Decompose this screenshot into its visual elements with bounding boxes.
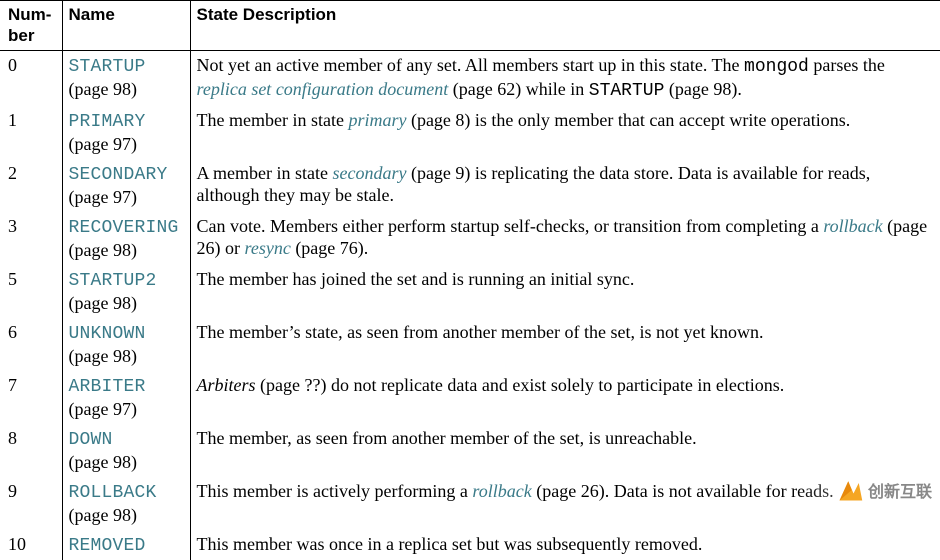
watermark-icon [836, 476, 864, 510]
col-header-name: Name [62, 1, 190, 51]
cell-number: 0 [0, 50, 62, 106]
cell-name: PRIMARY (page 97) [62, 106, 190, 159]
cell-name: REMOVED [62, 530, 190, 560]
page-ref: (page 98) [69, 346, 137, 366]
table-row: 6 UNKNOWN (page 98) The member’s state, … [0, 318, 940, 371]
desc-text: The member’s state, as seen from another… [197, 322, 764, 342]
link-resync[interactable]: resync [245, 238, 291, 258]
cell-desc: The member has joined the set and is run… [190, 265, 940, 318]
cell-name: ROLLBACK (page 98) [62, 477, 190, 530]
desc-text: The member has joined the set and is run… [197, 269, 635, 289]
desc-text: This member was once in a replica set bu… [197, 534, 703, 554]
link-secondary[interactable]: secondary [332, 163, 406, 183]
desc-text: Not yet an active member of any set. All… [197, 55, 745, 75]
state-code: RECOVERING [69, 218, 179, 238]
table-row: 1 PRIMARY (page 97) The member in state … [0, 106, 940, 159]
page-ref: (page 98) [69, 452, 137, 472]
cell-desc: Not yet an active member of any set. All… [190, 50, 940, 106]
state-code: STARTUP [69, 57, 146, 77]
desc-text: (page ??) do not replicate data and exis… [256, 375, 785, 395]
state-code: DOWN [69, 430, 113, 450]
cell-number: 8 [0, 424, 62, 477]
desc-text: (page 76). [291, 238, 368, 258]
state-code: UNKNOWN [69, 324, 146, 344]
watermark: 创新互联 [796, 470, 940, 514]
watermark-text: 创新互联 [868, 483, 932, 503]
cell-number: 10 [0, 530, 62, 560]
col-header-desc: State Description [190, 1, 940, 51]
state-code: ARBITER [69, 377, 146, 397]
desc-italic: Arbiters [197, 375, 256, 395]
code-startup: STARTUP [589, 81, 665, 101]
desc-text: (page 62) while in [448, 79, 588, 99]
desc-text: (page 8) is the only member that can acc… [406, 110, 850, 130]
table-row: 3 RECOVERING (page 98) Can vote. Members… [0, 212, 940, 265]
table-row: 0 STARTUP (page 98) Not yet an active me… [0, 50, 940, 106]
table-row: 7 ARBITER (page 97) Arbiters (page ??) d… [0, 371, 940, 424]
page-root: { "headers": { "col1": "Num-\nber", "col… [0, 0, 940, 514]
page-ref: (page 97) [69, 134, 137, 154]
desc-text: The member, as seen from another member … [197, 428, 697, 448]
desc-text: The member in state [197, 110, 349, 130]
table-row: 5 STARTUP2 (page 98) The member has join… [0, 265, 940, 318]
state-code: ROLLBACK [69, 483, 157, 503]
cell-desc: The member, as seen from another member … [190, 424, 940, 477]
cell-name: SECONDARY (page 97) [62, 159, 190, 212]
page-ref: (page 98) [69, 293, 137, 313]
table-row: 10 REMOVED This member was once in a rep… [0, 530, 940, 560]
cell-number: 5 [0, 265, 62, 318]
cell-desc: The member in state primary (page 8) is … [190, 106, 940, 159]
col-header-number: Num- ber [0, 1, 62, 51]
cell-desc: A member in state secondary (page 9) is … [190, 159, 940, 212]
link-primary[interactable]: primary [348, 110, 406, 130]
page-ref: (page 98) [69, 505, 137, 525]
cell-desc: Arbiters (page ??) do not replicate data… [190, 371, 940, 424]
cell-number: 6 [0, 318, 62, 371]
cell-name: RECOVERING (page 98) [62, 212, 190, 265]
link-rollback[interactable]: rollback [823, 216, 882, 236]
cell-number: 1 [0, 106, 62, 159]
state-code: REMOVED [69, 536, 146, 556]
state-code: SECONDARY [69, 165, 168, 185]
state-code: PRIMARY [69, 112, 146, 132]
table-row: 2 SECONDARY (page 97) A member in state … [0, 159, 940, 212]
desc-text: A member in state [197, 163, 333, 183]
desc-text: (page 26). Data is not available for rea… [532, 481, 834, 501]
page-ref: (page 97) [69, 399, 137, 419]
desc-text: parses the [809, 55, 885, 75]
cell-desc: The member’s state, as seen from another… [190, 318, 940, 371]
desc-text: This member is actively performing a [197, 481, 473, 501]
cell-desc: Can vote. Members either perform startup… [190, 212, 940, 265]
state-code: STARTUP2 [69, 271, 157, 291]
cell-name: ARBITER (page 97) [62, 371, 190, 424]
table-header-row: Num- ber Name State Description [0, 1, 940, 51]
cell-number: 9 [0, 477, 62, 530]
cell-number: 7 [0, 371, 62, 424]
link-rollback[interactable]: rollback [472, 481, 531, 501]
table-row: 8 DOWN (page 98) The member, as seen fro… [0, 424, 940, 477]
cell-name: STARTUP2 (page 98) [62, 265, 190, 318]
cell-name: UNKNOWN (page 98) [62, 318, 190, 371]
cell-number: 3 [0, 212, 62, 265]
page-ref: (page 98) [69, 240, 137, 260]
page-ref: (page 97) [69, 187, 137, 207]
desc-text: Can vote. Members either perform startup… [197, 216, 824, 236]
cell-name: DOWN (page 98) [62, 424, 190, 477]
cell-name: STARTUP (page 98) [62, 50, 190, 106]
cell-desc: This member was once in a replica set bu… [190, 530, 940, 560]
link-replica-config[interactable]: replica set configuration document [197, 79, 449, 99]
desc-text: (page 98). [664, 79, 741, 99]
code-mongod: mongod [744, 57, 809, 77]
cell-number: 2 [0, 159, 62, 212]
page-ref: (page 98) [69, 79, 137, 99]
